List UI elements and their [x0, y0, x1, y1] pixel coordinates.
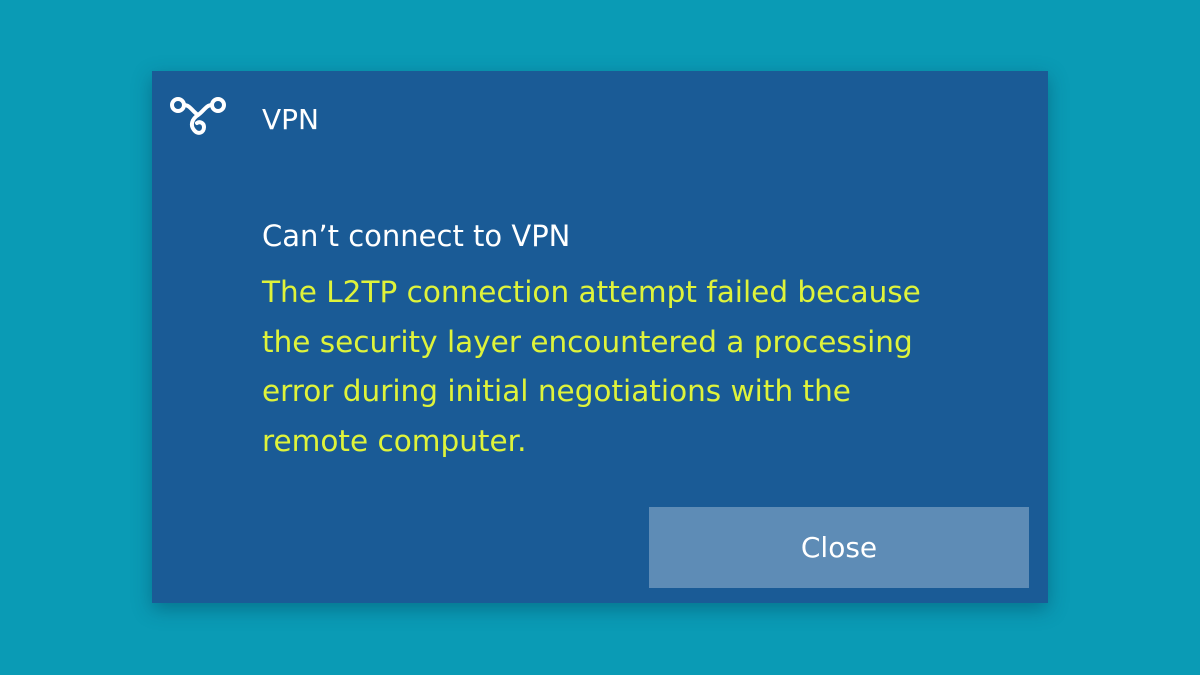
error-message-line: the security layer encountered a process… [262, 324, 913, 359]
notification-title: Can’t connect to VPN [262, 219, 571, 253]
vpn-notification-toast: VPN Can’t connect to VPN The L2TP connec… [152, 71, 1048, 603]
error-message-line: remote computer. [262, 423, 527, 458]
error-message-line: error during initial negotiations with t… [262, 374, 851, 408]
app-name: VPN [262, 103, 319, 136]
close-button[interactable]: Close [649, 507, 1029, 588]
vpn-icon [170, 97, 226, 135]
error-message-line: The L2TP connection attempt failed becau… [262, 275, 921, 309]
error-message: The L2TP connection attempt failed becau… [262, 268, 1022, 466]
